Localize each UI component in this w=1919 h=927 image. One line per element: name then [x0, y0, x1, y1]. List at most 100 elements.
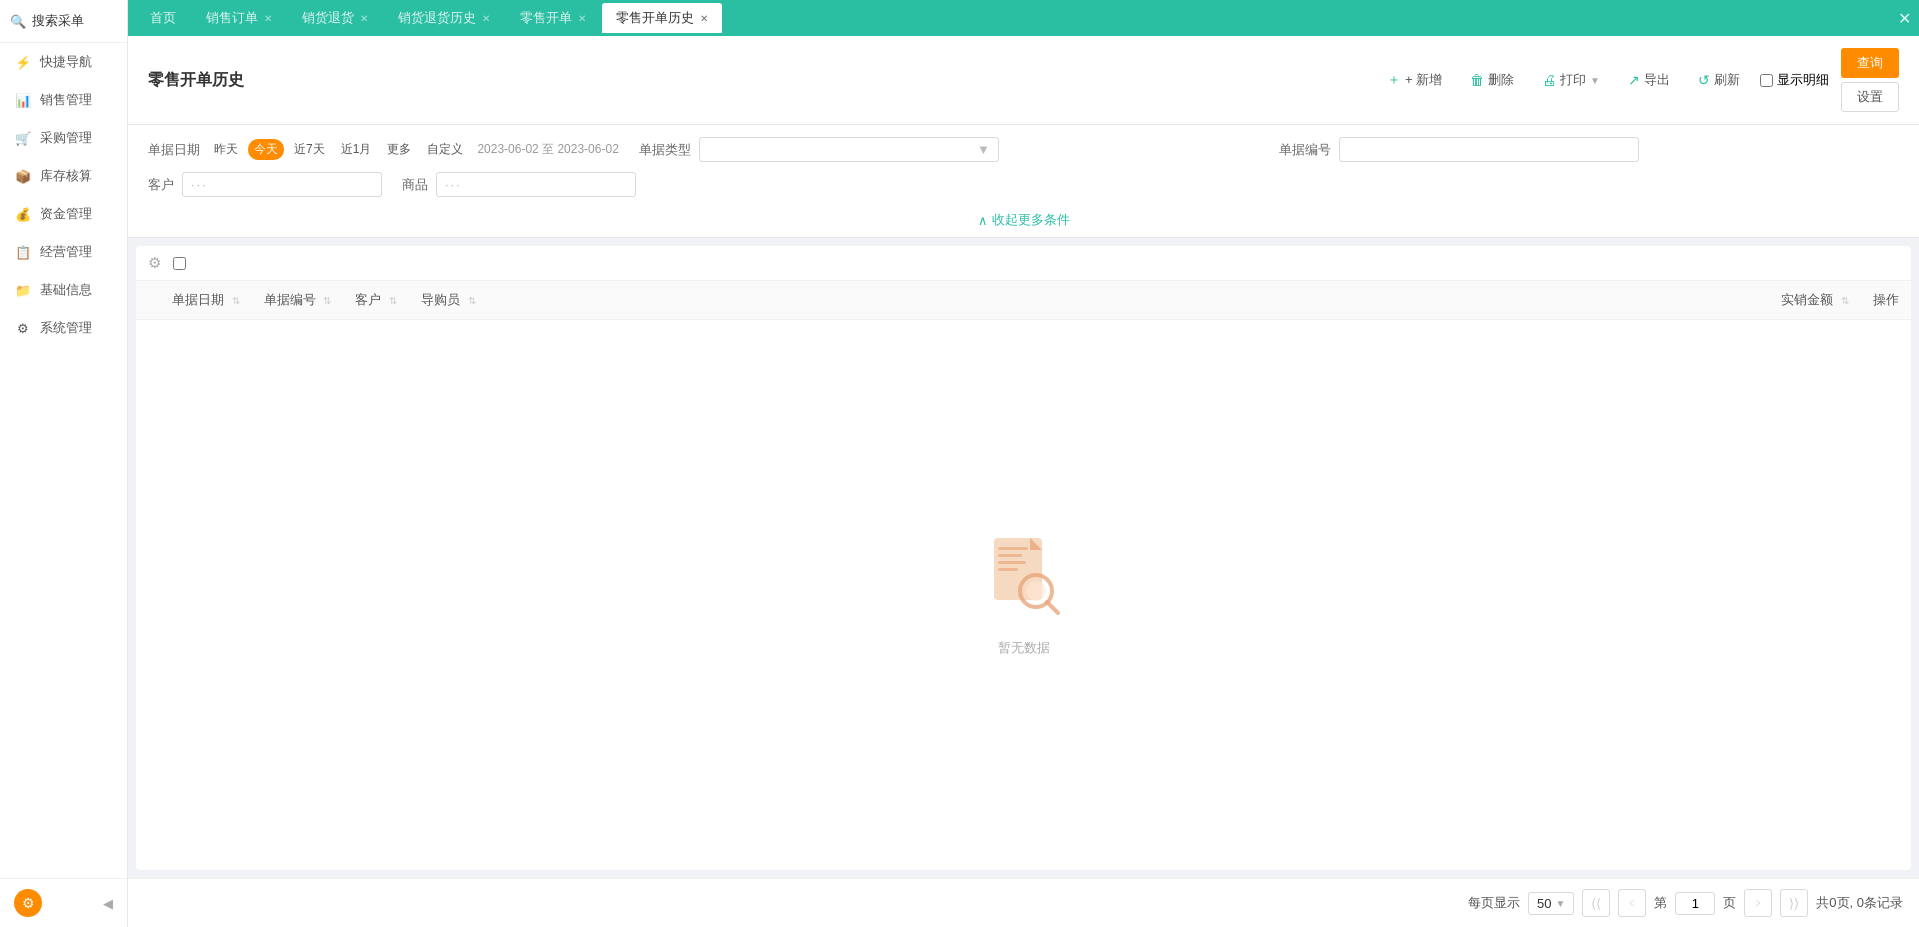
- refresh-label: 刷新: [1714, 71, 1740, 89]
- operations-icon: 📋: [14, 243, 32, 261]
- export-icon: ↗: [1628, 72, 1640, 88]
- doc-type-select[interactable]: ▼: [699, 137, 999, 162]
- col-date[interactable]: 单据日期 ⇅: [160, 281, 252, 320]
- shortcuts-icon: ⚡: [14, 53, 32, 71]
- display-detail-checkbox[interactable]: [1760, 74, 1773, 87]
- display-detail-toggle[interactable]: 显示明细: [1760, 71, 1829, 89]
- filter-row-2: 客户 ··· 商品 ···: [148, 172, 1899, 197]
- tab-bar: 首页 销售订单 ✕ 销货退货 ✕ 销货退货历史 ✕ 零售开单 ✕ 零售开单历史 …: [128, 0, 1919, 36]
- tab-sales-order[interactable]: 销售订单 ✕: [192, 3, 286, 33]
- tab-retail-open-history[interactable]: 零售开单历史 ✕: [602, 3, 722, 33]
- col-amount[interactable]: 实销金额 ⇅: [1769, 281, 1861, 320]
- tab-retail-open-history-close[interactable]: ✕: [700, 13, 708, 24]
- delete-icon: 🗑: [1470, 72, 1484, 88]
- date-today-btn[interactable]: 今天: [248, 139, 284, 160]
- sidebar-item-operations[interactable]: 📋 经营管理: [0, 233, 127, 271]
- select-all-checkbox[interactable]: [173, 257, 186, 270]
- tab-sales-order-close[interactable]: ✕: [264, 13, 272, 24]
- prev-page-button[interactable]: ﹤: [1618, 889, 1646, 917]
- date-more-btn[interactable]: 更多: [381, 139, 417, 160]
- print-button[interactable]: 🖨 打印 ▼: [1534, 67, 1608, 93]
- sidebar-item-label: 基础信息: [40, 281, 92, 299]
- sidebar-item-label: 库存核算: [40, 167, 92, 185]
- collapse-icon: ◀: [103, 896, 113, 911]
- col-actions: 操作: [1861, 281, 1911, 320]
- sidebar-item-purchase[interactable]: 🛒 采购管理: [0, 119, 127, 157]
- svg-rect-1: [998, 547, 1028, 550]
- tab-retail-open[interactable]: 零售开单 ✕: [506, 3, 600, 33]
- export-button[interactable]: ↗ 导出: [1620, 67, 1678, 93]
- basic-icon: 📁: [14, 281, 32, 299]
- search-menu-item[interactable]: 🔍 搜索采单: [0, 0, 127, 43]
- col-spacer: [488, 281, 1770, 320]
- add-button[interactable]: ＋ + 新增: [1379, 67, 1450, 93]
- customer-filter: 客户 ···: [148, 172, 382, 197]
- tab-sales-return-close[interactable]: ✕: [360, 13, 368, 24]
- doc-no-filter: 单据编号: [1279, 137, 1899, 162]
- svg-rect-3: [998, 561, 1026, 564]
- tab-home[interactable]: 首页: [136, 3, 190, 33]
- sidebar-item-finance[interactable]: 💰 资金管理: [0, 195, 127, 233]
- sidebar-item-shortcuts[interactable]: ⚡ 快捷导航: [0, 43, 127, 81]
- table-settings-icon[interactable]: ⚙: [148, 254, 161, 272]
- inventory-icon: 📦: [14, 167, 32, 185]
- customer-label: 客户: [148, 176, 174, 194]
- print-dropdown-icon[interactable]: ▼: [1590, 75, 1600, 86]
- sidebar-item-inventory[interactable]: 📦 库存核算: [0, 157, 127, 195]
- refresh-button[interactable]: ↺ 刷新: [1690, 67, 1748, 93]
- tab-sales-return-history-close[interactable]: ✕: [482, 13, 490, 24]
- date-yesterday-btn[interactable]: 昨天: [208, 139, 244, 160]
- first-page-button[interactable]: ⟨⟨: [1582, 889, 1610, 917]
- col-customer[interactable]: 客户 ⇅: [343, 281, 409, 320]
- col-guide[interactable]: 导购员 ⇅: [409, 281, 488, 320]
- settings-button[interactable]: ⚙: [14, 889, 42, 917]
- page-number-input[interactable]: [1675, 892, 1715, 915]
- product-dots: ···: [445, 177, 462, 192]
- date-range-display: 2023-06-02 至 2023-06-02: [477, 141, 618, 158]
- sidebar: 🔍 搜索采单 ⚡ 快捷导航 📊 销售管理 🛒 采购管理 📦 库存核算 💰 资金管…: [0, 0, 128, 927]
- filter-row-1: 单据日期 昨天 今天 近7天 近1月 更多 自定义 2023-06-02 至 2…: [148, 137, 1899, 162]
- close-all-tabs-button[interactable]: ✕: [1898, 9, 1911, 28]
- table-header: 单据日期 ⇅ 单据编号 ⇅ 客户 ⇅ 导购员 ⇅: [136, 281, 1911, 320]
- per-page-label: 每页显示: [1468, 894, 1520, 912]
- sidebar-item-system[interactable]: ⚙ 系统管理: [0, 309, 127, 347]
- sidebar-item-sales[interactable]: 📊 销售管理: [0, 81, 127, 119]
- delete-label: 删除: [1488, 71, 1514, 89]
- tab-bar-right: ✕: [1898, 9, 1911, 28]
- tab-sales-return[interactable]: 销货退货 ✕: [288, 3, 382, 33]
- tab-retail-open-close[interactable]: ✕: [578, 13, 586, 24]
- svg-rect-2: [998, 554, 1022, 557]
- customer-select[interactable]: ···: [182, 172, 382, 197]
- product-select[interactable]: ···: [436, 172, 636, 197]
- tab-sales-return-history[interactable]: 销货退货历史 ✕: [384, 3, 504, 33]
- per-page-select[interactable]: 50 ▼: [1528, 892, 1574, 915]
- query-button[interactable]: 查询: [1841, 48, 1899, 78]
- add-icon: ＋: [1387, 71, 1401, 89]
- date-custom-btn[interactable]: 自定义: [421, 139, 469, 160]
- sidebar-item-label: 系统管理: [40, 319, 92, 337]
- next-page-button[interactable]: ﹥: [1744, 889, 1772, 917]
- search-icon: 🔍: [10, 14, 26, 29]
- export-label: 导出: [1644, 71, 1670, 89]
- svg-line-7: [1047, 602, 1058, 613]
- doc-type-chevron-icon: ▼: [977, 142, 990, 157]
- sidebar-collapse-button[interactable]: ◀: [103, 894, 113, 912]
- sidebar-item-label: 销售管理: [40, 91, 92, 109]
- date-last-month-btn[interactable]: 近1月: [335, 139, 378, 160]
- settings-button[interactable]: 设置: [1841, 82, 1899, 112]
- collapse-more-btn[interactable]: ∧ 收起更多条件: [978, 211, 1070, 229]
- doc-no-input[interactable]: [1339, 137, 1639, 162]
- first-page-icon: ⟨⟨: [1591, 896, 1601, 911]
- last-page-icon: ⟩⟩: [1789, 896, 1799, 911]
- doc-type-label: 单据类型: [639, 141, 691, 159]
- sidebar-item-basic[interactable]: 📁 基础信息: [0, 271, 127, 309]
- last-page-button[interactable]: ⟩⟩: [1780, 889, 1808, 917]
- sidebar-item-label: 经营管理: [40, 243, 92, 261]
- col-no[interactable]: 单据编号 ⇅: [252, 281, 344, 320]
- pagination: 每页显示 50 ▼ ⟨⟨ ﹤ 第 页 ﹥ ⟩⟩ 共0页, 0条记录: [128, 878, 1919, 927]
- date-last7-btn[interactable]: 近7天: [288, 139, 331, 160]
- customer-dots: ···: [191, 177, 208, 192]
- page-header: 零售开单历史 ＋ + 新增 🗑 删除 🖨 打印 ▼ ↗ 导出: [128, 36, 1919, 125]
- col-no-label: 单据编号: [264, 292, 316, 307]
- delete-button[interactable]: 🗑 删除: [1462, 67, 1522, 93]
